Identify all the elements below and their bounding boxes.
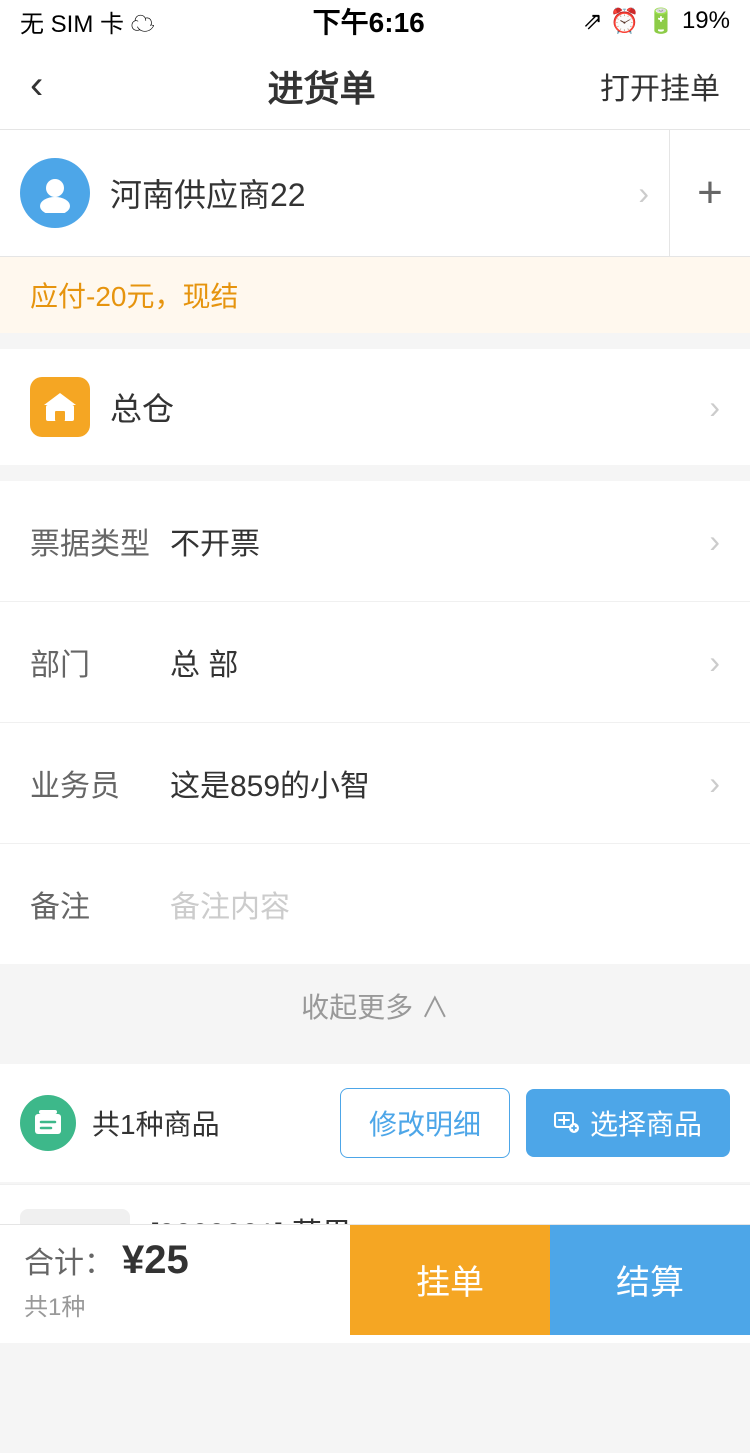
form-section: 票据类型 不开票 › 部门 总 部 › 业务员 这是859的小智 › 备注 备注… bbox=[0, 481, 750, 964]
battery-icon: ⇗ ⏰ 🔋 bbox=[583, 7, 676, 36]
supplier-avatar bbox=[20, 158, 90, 228]
product-count-icon bbox=[20, 1095, 76, 1151]
invoice-type-row[interactable]: 票据类型 不开票 › bbox=[0, 481, 750, 602]
chevron-right-icon: › bbox=[709, 389, 720, 426]
remark-label: 备注 bbox=[30, 882, 150, 926]
invoice-type-value: 不开票 bbox=[150, 519, 699, 563]
chevron-right-icon: › bbox=[709, 765, 720, 802]
department-label: 部门 bbox=[30, 640, 150, 684]
hang-button[interactable]: 挂单 bbox=[350, 1225, 550, 1335]
warning-banner: 应付-20元，现结 bbox=[0, 257, 750, 333]
remark-row[interactable]: 备注 备注内容 bbox=[0, 844, 750, 964]
total-amount: ¥25 bbox=[122, 1238, 189, 1283]
warehouse-icon bbox=[30, 377, 90, 437]
battery-percent: 19% bbox=[682, 7, 730, 35]
status-bar: 无 SIM 卡 ☁ 下午6:16 ⇗ ⏰ 🔋 19% bbox=[0, 0, 750, 42]
salesperson-label: 业务员 bbox=[30, 761, 150, 805]
page-title: 进货单 bbox=[268, 60, 376, 112]
department-row[interactable]: 部门 总 部 › bbox=[0, 602, 750, 723]
status-left: 无 SIM 卡 ☁ bbox=[20, 4, 155, 39]
department-value: 总 部 bbox=[150, 640, 699, 684]
select-product-label: 选择商品 bbox=[590, 1103, 702, 1143]
status-right: ⇗ ⏰ 🔋 19% bbox=[583, 7, 730, 36]
collapse-button[interactable]: 收起更多 ∧ bbox=[0, 964, 750, 1048]
total-area: 合计： ¥25 共1种 bbox=[0, 1238, 350, 1322]
back-button[interactable]: ‹ bbox=[30, 63, 43, 108]
chevron-right-icon: › bbox=[709, 644, 720, 681]
salesperson-value: 这是859的小智 bbox=[150, 761, 699, 805]
status-time: 下午6:16 bbox=[313, 1, 425, 41]
add-supplier-button[interactable]: + bbox=[670, 130, 750, 256]
sim-label: 无 SIM 卡 ☁ bbox=[20, 4, 155, 39]
supplier-selector[interactable]: 河南供应商22 › bbox=[0, 130, 670, 256]
warehouse-selector[interactable]: 总仓 › bbox=[0, 349, 750, 465]
edit-detail-button[interactable]: 修改明细 bbox=[340, 1088, 510, 1158]
supplier-section: 河南供应商22 › + bbox=[0, 130, 750, 257]
product-count-text: 共1种商品 bbox=[92, 1103, 324, 1143]
salesperson-row[interactable]: 业务员 这是859的小智 › bbox=[0, 723, 750, 844]
remark-input[interactable]: 备注内容 bbox=[150, 882, 720, 926]
warehouse-name: 总仓 bbox=[110, 384, 699, 430]
supplier-name: 河南供应商22 bbox=[110, 170, 628, 216]
nav-bar: ‹ 进货单 打开挂单 bbox=[0, 42, 750, 130]
chevron-right-icon: › bbox=[638, 175, 649, 212]
chevron-right-icon: › bbox=[709, 523, 720, 560]
invoice-type-label: 票据类型 bbox=[30, 519, 150, 563]
bottom-bar: 合计： ¥25 共1种 挂单 结算 bbox=[0, 1224, 750, 1334]
select-product-button[interactable]: 选择商品 bbox=[526, 1089, 730, 1157]
total-label: 合计： bbox=[24, 1238, 114, 1282]
open-hang-button[interactable]: 打开挂单 bbox=[600, 64, 720, 108]
total-sub: 共1种 bbox=[24, 1287, 326, 1322]
product-header: 共1种商品 修改明细 选择商品 bbox=[0, 1064, 750, 1182]
checkout-button[interactable]: 结算 bbox=[550, 1225, 750, 1335]
